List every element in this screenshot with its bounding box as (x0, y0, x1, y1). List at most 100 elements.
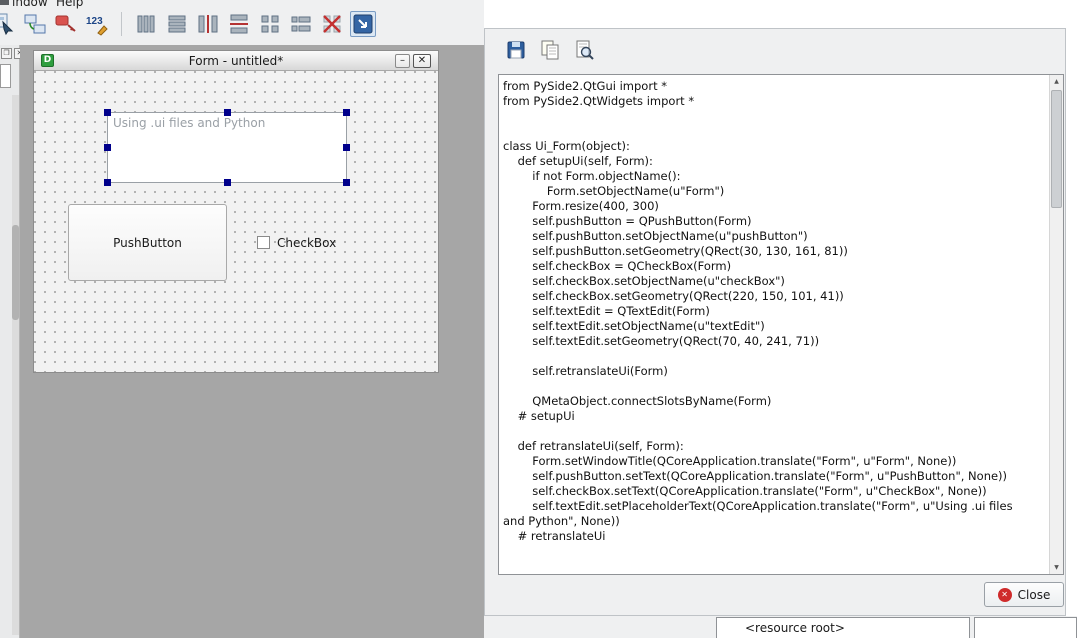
dock-float-button[interactable]: ❐ (1, 48, 12, 59)
resource-root-item[interactable]: <resource root> (745, 621, 845, 635)
layout-horizontal-splitter-icon (196, 12, 220, 36)
close-icon: ✕ (998, 588, 1012, 602)
selection-handle-mid-right[interactable] (343, 144, 350, 151)
save-icon (505, 39, 527, 61)
layout-grid-button[interactable] (257, 11, 283, 37)
code-line: self.textEdit.setGeometry(QRect(70, 40, … (503, 334, 1047, 349)
code-line (503, 109, 1047, 124)
resource-browser-fragment: <resource root> (716, 617, 970, 638)
checkbox-widget[interactable]: CheckBox (257, 234, 336, 251)
edit-widgets-icon (0, 12, 16, 36)
find-button[interactable] (571, 37, 597, 63)
header: indow Help (0, 0, 484, 45)
selection-handle-top-right[interactable] (343, 109, 350, 116)
edit-signals-slots-icon (23, 12, 47, 36)
selection-handle-bottom-left[interactable] (104, 179, 111, 186)
code-line: and Python", None)) (503, 514, 1047, 529)
code-preview-dialog: from PySide2.QtGui import *from PySide2.… (484, 28, 1066, 616)
layout-horizontal-button[interactable] (133, 11, 159, 37)
form-window-title: Form - untitled* (34, 54, 438, 68)
code-line: from PySide2.QtWidgets import * (503, 94, 1047, 109)
resource-panel-fragment (974, 617, 1077, 638)
layout-horizontal-icon (134, 12, 158, 36)
widget-box-dock-fragment: ❐ ✕ (0, 45, 20, 638)
code-line (503, 124, 1047, 139)
code-line: self.pushButton = QPushButton(Form) (503, 214, 1047, 229)
code-line: self.checkBox.setText(QCoreApplication.t… (503, 484, 1047, 499)
widget-box-scrollbar[interactable] (12, 95, 19, 635)
layout-horizontal-splitter-button[interactable] (195, 11, 221, 37)
selection-handle-bottom-right[interactable] (343, 179, 350, 186)
toolbar-separator (121, 12, 122, 36)
break-layout-button[interactable] (319, 11, 345, 37)
form-window-icon: D (41, 54, 54, 67)
break-layout-icon (320, 12, 344, 36)
code-line: self.checkBox.setGeometry(QRect(220, 150… (503, 289, 1047, 304)
code-line: self.checkBox.setObjectName(u"checkBox") (503, 274, 1047, 289)
code-line (503, 349, 1047, 364)
selection-handle-top-left[interactable] (104, 109, 111, 116)
layout-vertical-splitter-button[interactable] (226, 11, 252, 37)
code-line: self.pushButton.setText(QCoreApplication… (503, 469, 1047, 484)
code-line (503, 379, 1047, 394)
save-button[interactable] (503, 37, 529, 63)
code-line: # setupUi (503, 409, 1047, 424)
close-dialog-button[interactable]: ✕ Close (984, 582, 1064, 607)
qt-designer-screen: indow Help (0, 0, 1077, 638)
layout-form-button[interactable] (288, 11, 314, 37)
edit-tab-order-icon: 123 (85, 12, 109, 36)
widget-box-scroll-thumb[interactable] (12, 225, 19, 320)
code-line: Form.resize(400, 300) (503, 199, 1047, 214)
selection-handle-mid-left[interactable] (104, 144, 111, 151)
code-lines: from PySide2.QtGui import *from PySide2.… (503, 79, 1047, 544)
edit-buddies-icon (54, 12, 78, 36)
form-window-titlebar[interactable]: D Form - untitled* – ✕ (34, 51, 438, 71)
copy-button[interactable] (537, 37, 563, 63)
textedit-widget[interactable]: Using .ui files and Python (107, 112, 347, 183)
scroll-down-button[interactable]: ▼ (1050, 561, 1063, 574)
main-toolbar: 123 (0, 11, 376, 37)
scroll-up-button[interactable]: ▲ (1050, 75, 1063, 88)
menu-help[interactable]: Help (56, 0, 83, 9)
widget-filter-input-fragment[interactable] (0, 64, 11, 88)
find-icon (573, 39, 595, 61)
code-line: self.checkBox = QCheckBox(Form) (503, 259, 1047, 274)
bottom-strip: <resource root> (484, 616, 1077, 638)
code-line: def setupUi(self, Form): (503, 154, 1047, 169)
minimize-button[interactable]: – (395, 54, 410, 68)
pushbutton-widget[interactable]: PushButton (68, 204, 227, 281)
layout-vertical-icon (165, 12, 189, 36)
code-line: class Ui_Form(object): (503, 139, 1047, 154)
close-window-button[interactable]: ✕ (413, 54, 431, 68)
selection-handle-bottom-mid[interactable] (224, 179, 231, 186)
code-dialog-toolbar (503, 37, 597, 63)
code-line: self.textEdit.setObjectName(u"textEdit") (503, 319, 1047, 334)
close-label: Close (1018, 588, 1051, 602)
code-line: Form.setObjectName(u"Form") (503, 184, 1047, 199)
pushbutton-label: PushButton (113, 236, 182, 250)
code-line: from PySide2.QtGui import * (503, 79, 1047, 94)
form-canvas[interactable]: Using .ui files and Python PushButton Ch… (34, 71, 438, 372)
layout-form-icon (289, 12, 313, 36)
edit-widgets-button[interactable] (0, 11, 17, 37)
code-line: self.textEdit.setPlaceholderText(QCoreAp… (503, 499, 1047, 514)
layout-vertical-splitter-icon (227, 12, 251, 36)
selection-handle-top-mid[interactable] (224, 109, 231, 116)
code-line: def retranslateUi(self, Form): (503, 439, 1047, 454)
checkbox-indicator[interactable] (257, 236, 270, 249)
menu-icon-fragment (0, 0, 9, 5)
scroll-thumb[interactable] (1051, 90, 1062, 208)
textedit-placeholder: Using .ui files and Python (113, 116, 265, 130)
edit-tab-order-button[interactable]: 123 (84, 11, 110, 37)
edit-buddies-button[interactable] (53, 11, 79, 37)
menu-window[interactable]: indow (12, 0, 48, 9)
adjust-size-button[interactable] (350, 11, 376, 37)
code-scrollbar[interactable]: ▲ ▼ (1049, 75, 1063, 574)
code-line: self.textEdit = QTextEdit(Form) (503, 304, 1047, 319)
code-view[interactable]: from PySide2.QtGui import *from PySide2.… (498, 74, 1064, 575)
edit-signals-slots-button[interactable] (22, 11, 48, 37)
checkbox-label: CheckBox (277, 236, 336, 250)
code-line: self.pushButton.setObjectName(u"pushButt… (503, 229, 1047, 244)
code-line: Form.setWindowTitle(QCoreApplication.tra… (503, 454, 1047, 469)
layout-vertical-button[interactable] (164, 11, 190, 37)
